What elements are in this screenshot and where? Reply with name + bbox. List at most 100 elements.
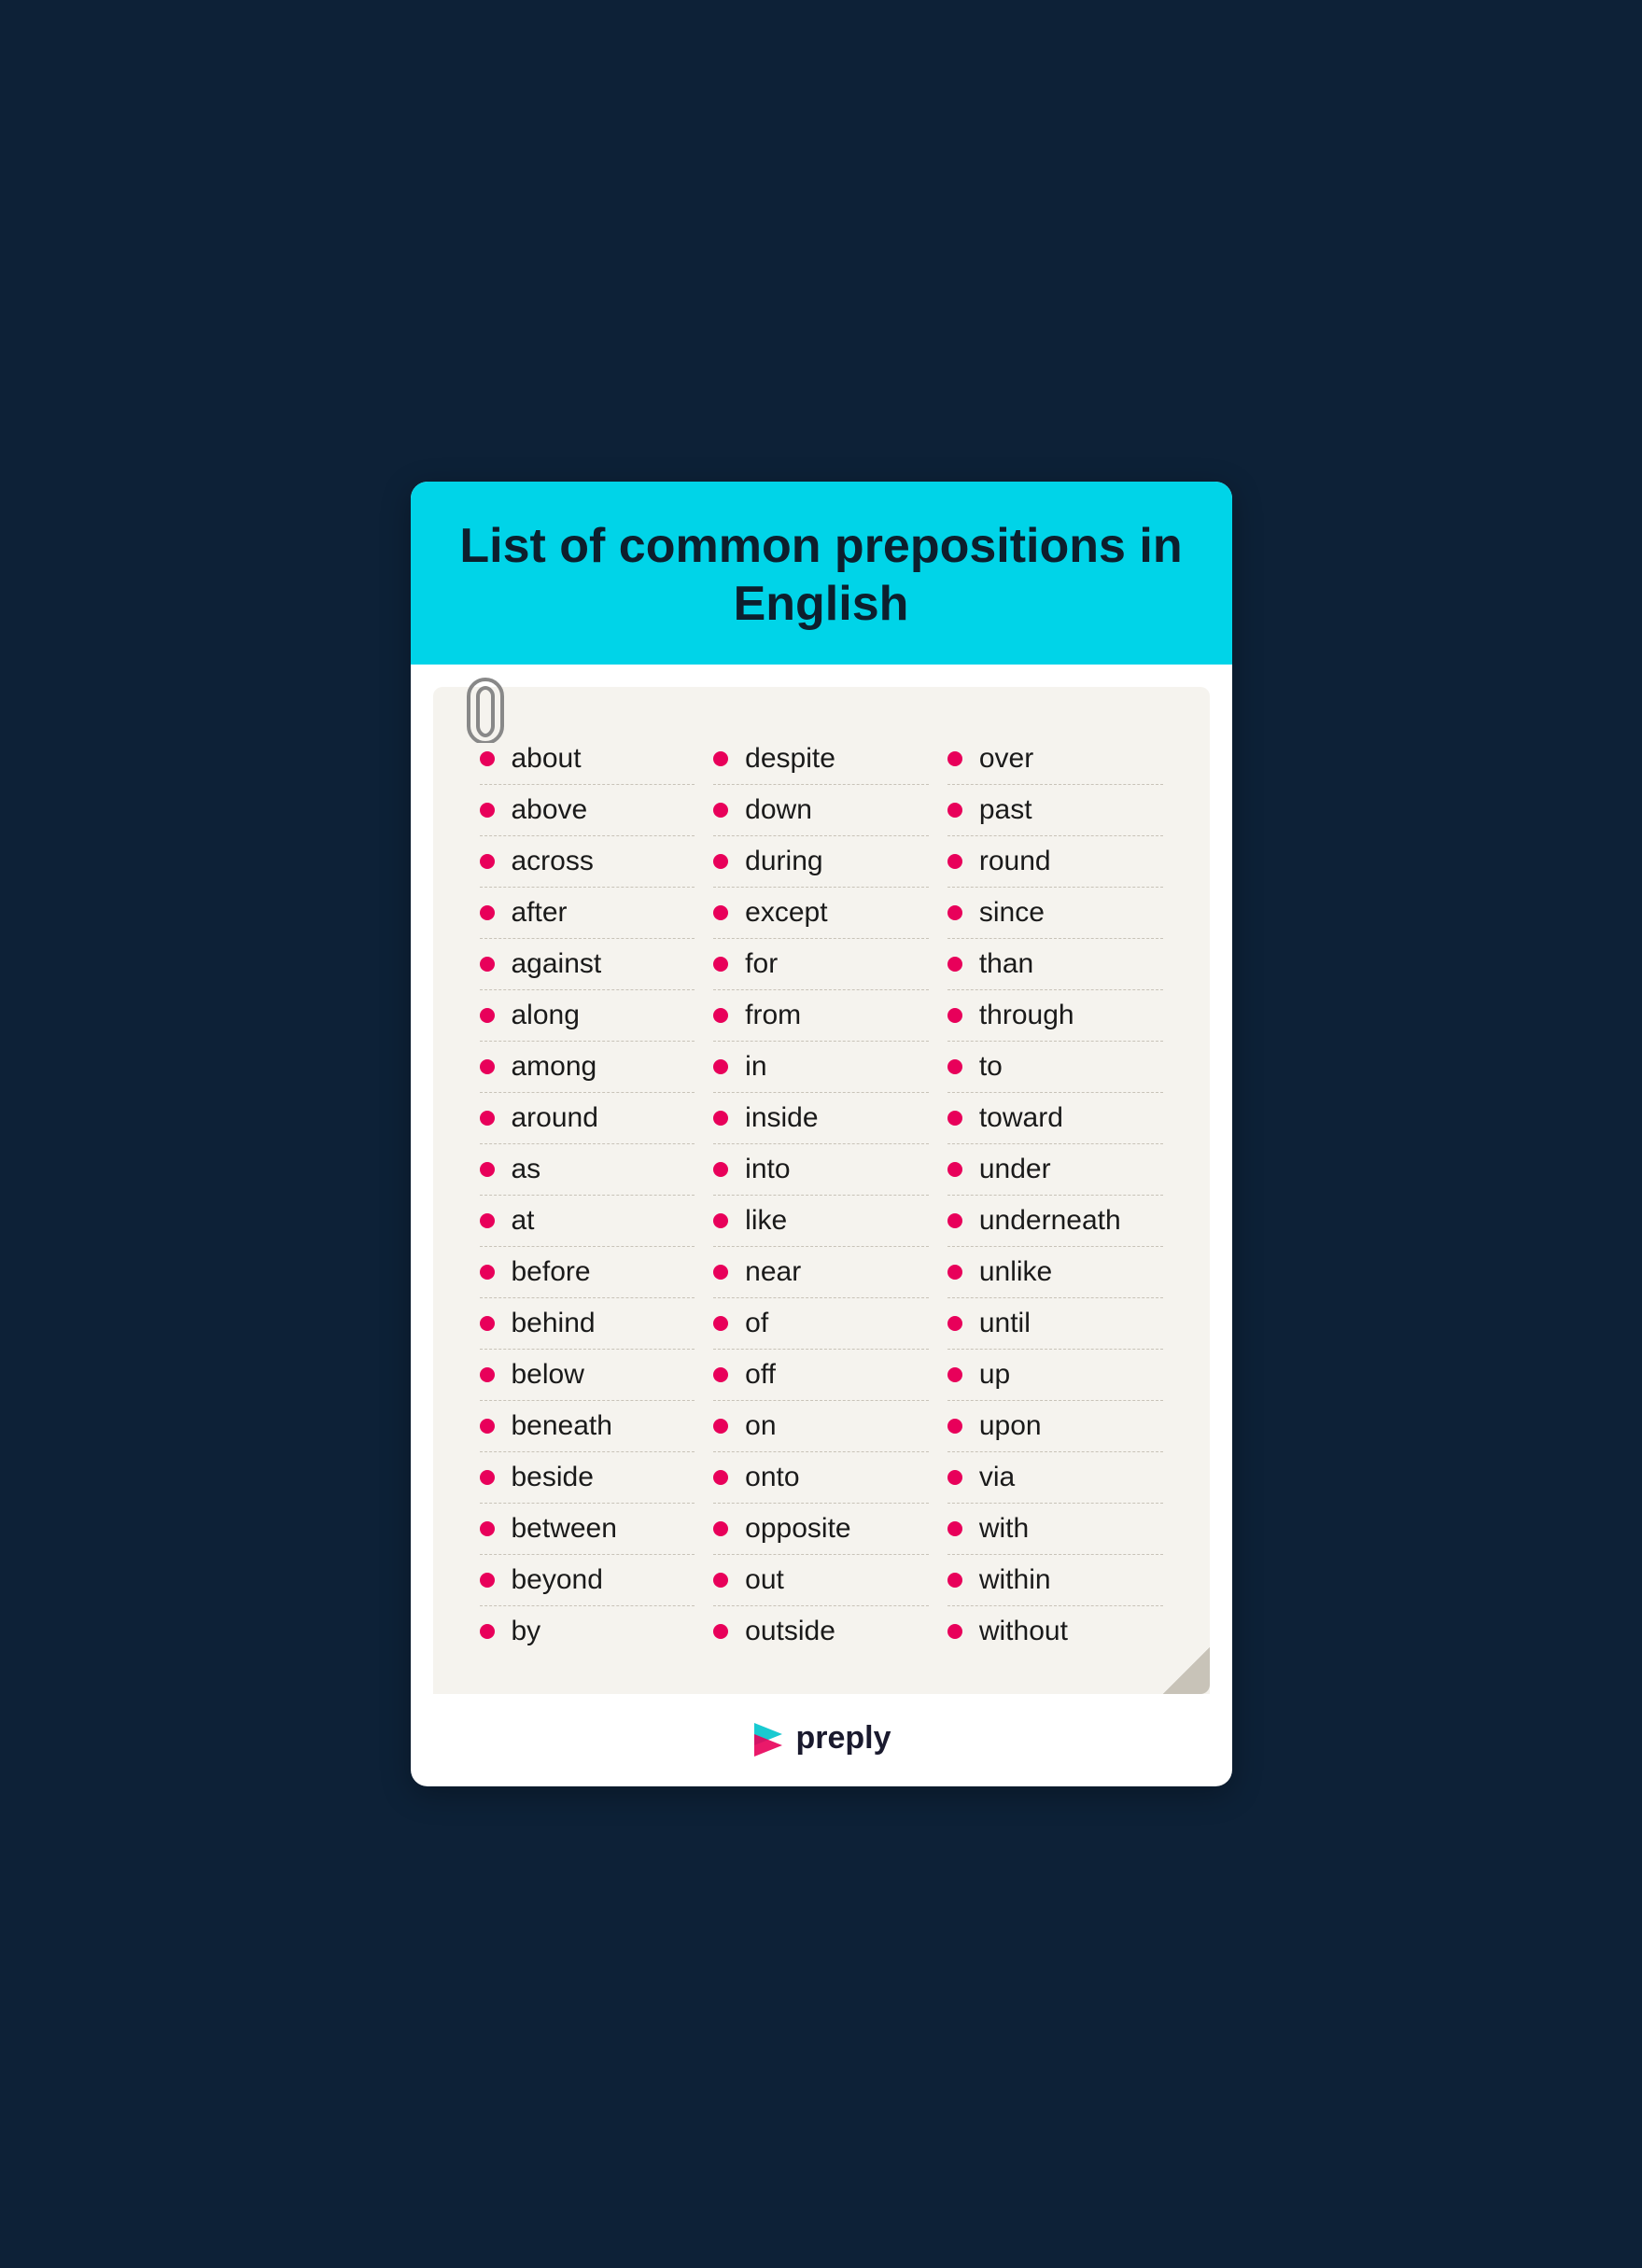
list-item: into	[713, 1144, 929, 1196]
list-item: except	[713, 888, 929, 939]
bullet-icon	[947, 1213, 962, 1228]
bullet-icon	[947, 1059, 962, 1074]
list-item: as	[480, 1144, 695, 1196]
preply-icon	[751, 1721, 786, 1757]
list-item: since	[947, 888, 1163, 939]
bullet-icon	[947, 1162, 962, 1177]
bullet-icon	[480, 1521, 495, 1536]
bullet-icon	[947, 1470, 962, 1485]
bullet-icon	[947, 1521, 962, 1536]
list-item: opposite	[713, 1504, 929, 1555]
list-item: via	[947, 1452, 1163, 1504]
bullet-icon	[480, 1367, 495, 1382]
bullet-icon	[480, 905, 495, 920]
bullet-icon	[480, 1573, 495, 1588]
bullet-icon	[480, 1162, 495, 1177]
card-body: about above across after against along a…	[433, 687, 1210, 1694]
bullet-icon	[947, 1573, 962, 1588]
bullet-icon	[947, 1367, 962, 1382]
preply-logo: preply	[751, 1720, 891, 1757]
bullet-icon	[947, 1111, 962, 1126]
list-item: inside	[713, 1093, 929, 1144]
list-item: during	[713, 836, 929, 888]
list-item: upon	[947, 1401, 1163, 1452]
bullet-icon	[480, 1213, 495, 1228]
bullet-icon	[713, 1316, 728, 1331]
list-item: from	[713, 990, 929, 1042]
bullet-icon	[480, 803, 495, 818]
list-item: beneath	[480, 1401, 695, 1452]
list-item: near	[713, 1247, 929, 1298]
list-item: under	[947, 1144, 1163, 1196]
list-item: between	[480, 1504, 695, 1555]
list-item: against	[480, 939, 695, 990]
list-item: with	[947, 1504, 1163, 1555]
preply-brand-text: preply	[795, 1720, 891, 1757]
list-item: over	[947, 734, 1163, 785]
main-card: List of common prepositions in English a…	[411, 482, 1232, 1787]
bullet-icon	[947, 1624, 962, 1639]
bullet-icon	[713, 1419, 728, 1434]
list-item: beyond	[480, 1555, 695, 1606]
list-item: along	[480, 990, 695, 1042]
list-item: beside	[480, 1452, 695, 1504]
bullet-icon	[713, 1573, 728, 1588]
list-item: before	[480, 1247, 695, 1298]
list-item: on	[713, 1401, 929, 1452]
list-item: across	[480, 836, 695, 888]
list-item: onto	[713, 1452, 929, 1504]
column-2: despite down during except for from in i…	[704, 734, 938, 1657]
list-item: by	[480, 1606, 695, 1657]
list-item: past	[947, 785, 1163, 836]
page-title: List of common prepositions in English	[448, 517, 1195, 634]
bullet-icon	[480, 1419, 495, 1434]
bullet-icon	[480, 1059, 495, 1074]
bullet-icon	[713, 1059, 728, 1074]
list-item: to	[947, 1042, 1163, 1093]
list-item: than	[947, 939, 1163, 990]
bullet-icon	[713, 1008, 728, 1023]
list-item: out	[713, 1555, 929, 1606]
bullet-icon	[713, 1162, 728, 1177]
column-3: over past round since than through to to…	[938, 734, 1172, 1657]
list-item: round	[947, 836, 1163, 888]
bullet-icon	[947, 1316, 962, 1331]
paperclip-icon	[467, 678, 512, 743]
list-item: for	[713, 939, 929, 990]
bullet-icon	[713, 957, 728, 972]
footer: preply	[411, 1694, 1232, 1786]
bullet-icon	[713, 803, 728, 818]
column-1: about above across after against along a…	[470, 734, 705, 1657]
bullet-icon	[713, 1367, 728, 1382]
list-item: around	[480, 1093, 695, 1144]
list-item: above	[480, 785, 695, 836]
list-item: within	[947, 1555, 1163, 1606]
list-item: in	[713, 1042, 929, 1093]
bullet-icon	[947, 905, 962, 920]
list-item: down	[713, 785, 929, 836]
list-item: unlike	[947, 1247, 1163, 1298]
list-item: up	[947, 1350, 1163, 1401]
bullet-icon	[480, 957, 495, 972]
bullet-icon	[480, 1265, 495, 1280]
bullet-icon	[480, 1111, 495, 1126]
list-item: off	[713, 1350, 929, 1401]
bullet-icon	[480, 1624, 495, 1639]
bullet-icon	[713, 751, 728, 766]
list-item: below	[480, 1350, 695, 1401]
bullet-icon	[480, 854, 495, 869]
list-item: without	[947, 1606, 1163, 1657]
list-item: about	[480, 734, 695, 785]
list-item: outside	[713, 1606, 929, 1657]
bullet-icon	[480, 751, 495, 766]
bullet-icon	[713, 854, 728, 869]
list-item: behind	[480, 1298, 695, 1350]
list-item: toward	[947, 1093, 1163, 1144]
bullet-icon	[947, 1008, 962, 1023]
bullet-icon	[713, 1521, 728, 1536]
card-header: List of common prepositions in English	[411, 482, 1232, 665]
bullet-icon	[947, 1419, 962, 1434]
bullet-icon	[713, 1624, 728, 1639]
bullet-icon	[947, 854, 962, 869]
bullet-icon	[713, 1213, 728, 1228]
